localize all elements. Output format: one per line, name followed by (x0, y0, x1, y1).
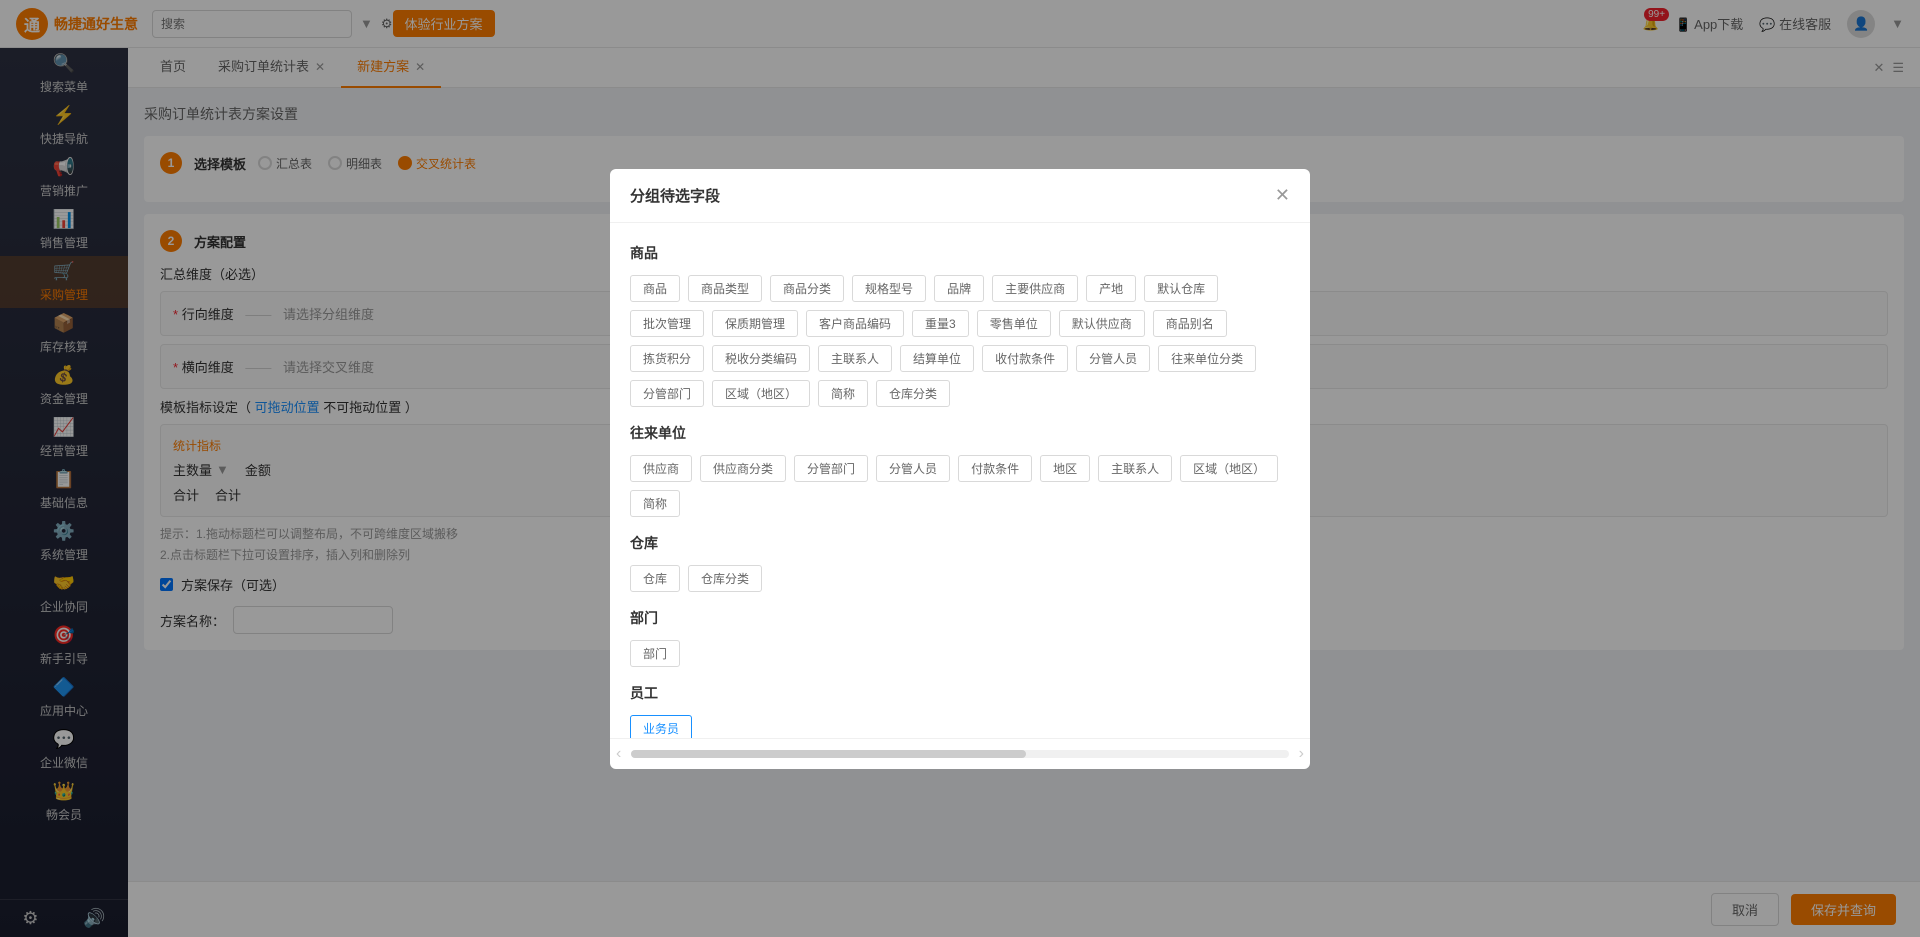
tag-0-21[interactable]: 往来单位分类 (1158, 345, 1256, 372)
tag-0-20[interactable]: 分管人员 (1076, 345, 1150, 372)
tag-0-7[interactable]: 默认仓库 (1144, 275, 1218, 302)
tag-0-6[interactable]: 产地 (1086, 275, 1136, 302)
tag-0-14[interactable]: 商品别名 (1153, 310, 1227, 337)
tag-0-23[interactable]: 区域（地区） (712, 380, 810, 407)
tag-0-25[interactable]: 仓库分类 (876, 380, 950, 407)
tag-0-18[interactable]: 结算单位 (900, 345, 974, 372)
tag-0-19[interactable]: 收付款条件 (982, 345, 1068, 372)
tag-0-2[interactable]: 商品分类 (770, 275, 844, 302)
tag-0-13[interactable]: 默认供应商 (1059, 310, 1145, 337)
tag-0-15[interactable]: 拣货积分 (630, 345, 704, 372)
tag-1-0[interactable]: 供应商 (630, 455, 692, 482)
tag-0-3[interactable]: 规格型号 (852, 275, 926, 302)
tag-grid-2: 仓库仓库分类 (630, 565, 1290, 592)
tag-0-17[interactable]: 主联系人 (818, 345, 892, 372)
tag-0-22[interactable]: 分管部门 (630, 380, 704, 407)
section-title-1: 往来单位 (630, 423, 1290, 443)
tag-4-0[interactable]: 业务员 (630, 715, 692, 738)
section-title-3: 部门 (630, 608, 1290, 628)
tag-grid-3: 部门 (630, 640, 1290, 667)
tag-1-3[interactable]: 分管人员 (876, 455, 950, 482)
modal-close-button[interactable]: ✕ (1275, 185, 1290, 206)
tag-1-6[interactable]: 主联系人 (1098, 455, 1172, 482)
tag-0-5[interactable]: 主要供应商 (992, 275, 1078, 302)
section-title-2: 仓库 (630, 533, 1290, 553)
tag-0-9[interactable]: 保质期管理 (712, 310, 798, 337)
scrollbar-thumb (631, 750, 1025, 758)
tag-grid-1: 供应商供应商分类分管部门分管人员付款条件地区主联系人区域（地区） 简称 (630, 455, 1290, 517)
modal-body: 商品商品商品类型商品分类规格型号品牌主要供应商产地默认仓库批次管理保质期管理客户… (610, 223, 1310, 738)
tag-0-8[interactable]: 批次管理 (630, 310, 704, 337)
tag-0-12[interactable]: 零售单位 (977, 310, 1051, 337)
tag-1-4[interactable]: 付款条件 (958, 455, 1032, 482)
tag-2-0[interactable]: 仓库 (630, 565, 680, 592)
tag-1-7[interactable]: 区域（地区） (1180, 455, 1278, 482)
modal-footer-scroll: ‹ › (610, 738, 1310, 769)
tag-3-0[interactable]: 部门 (630, 640, 680, 667)
modal-dialog: 分组待选字段 ✕ 商品商品商品类型商品分类规格型号品牌主要供应商产地默认仓库批次… (610, 169, 1310, 769)
tag-2-1[interactable]: 仓库分类 (688, 565, 762, 592)
tag-1-2[interactable]: 分管部门 (794, 455, 868, 482)
modal-title: 分组待选字段 (630, 185, 720, 206)
section-title-0: 商品 (630, 243, 1290, 263)
tag-0-24[interactable]: 简称 (818, 380, 868, 407)
horizontal-scrollbar[interactable] (631, 750, 1288, 758)
tag-1-1[interactable]: 供应商分类 (700, 455, 786, 482)
tag-1-8[interactable]: 简称 (630, 490, 680, 517)
tag-grid-0: 商品商品类型商品分类规格型号品牌主要供应商产地默认仓库批次管理保质期管理客户商品… (630, 275, 1290, 407)
tag-0-11[interactable]: 重量3 (912, 310, 969, 337)
tag-0-10[interactable]: 客户商品编码 (806, 310, 904, 337)
tag-0-4[interactable]: 品牌 (934, 275, 984, 302)
tag-grid-4: 业务员 (630, 715, 1290, 738)
tag-1-5[interactable]: 地区 (1040, 455, 1090, 482)
modal-overlay: 分组待选字段 ✕ 商品商品商品类型商品分类规格型号品牌主要供应商产地默认仓库批次… (0, 0, 1920, 937)
modal-header: 分组待选字段 ✕ (610, 169, 1310, 223)
scroll-right-btn[interactable]: › (1293, 745, 1310, 763)
section-title-4: 员工 (630, 683, 1290, 703)
tag-0-1[interactable]: 商品类型 (688, 275, 762, 302)
tag-0-16[interactable]: 税收分类编码 (712, 345, 810, 372)
tag-0-0[interactable]: 商品 (630, 275, 680, 302)
scroll-left-btn[interactable]: ‹ (610, 745, 627, 763)
